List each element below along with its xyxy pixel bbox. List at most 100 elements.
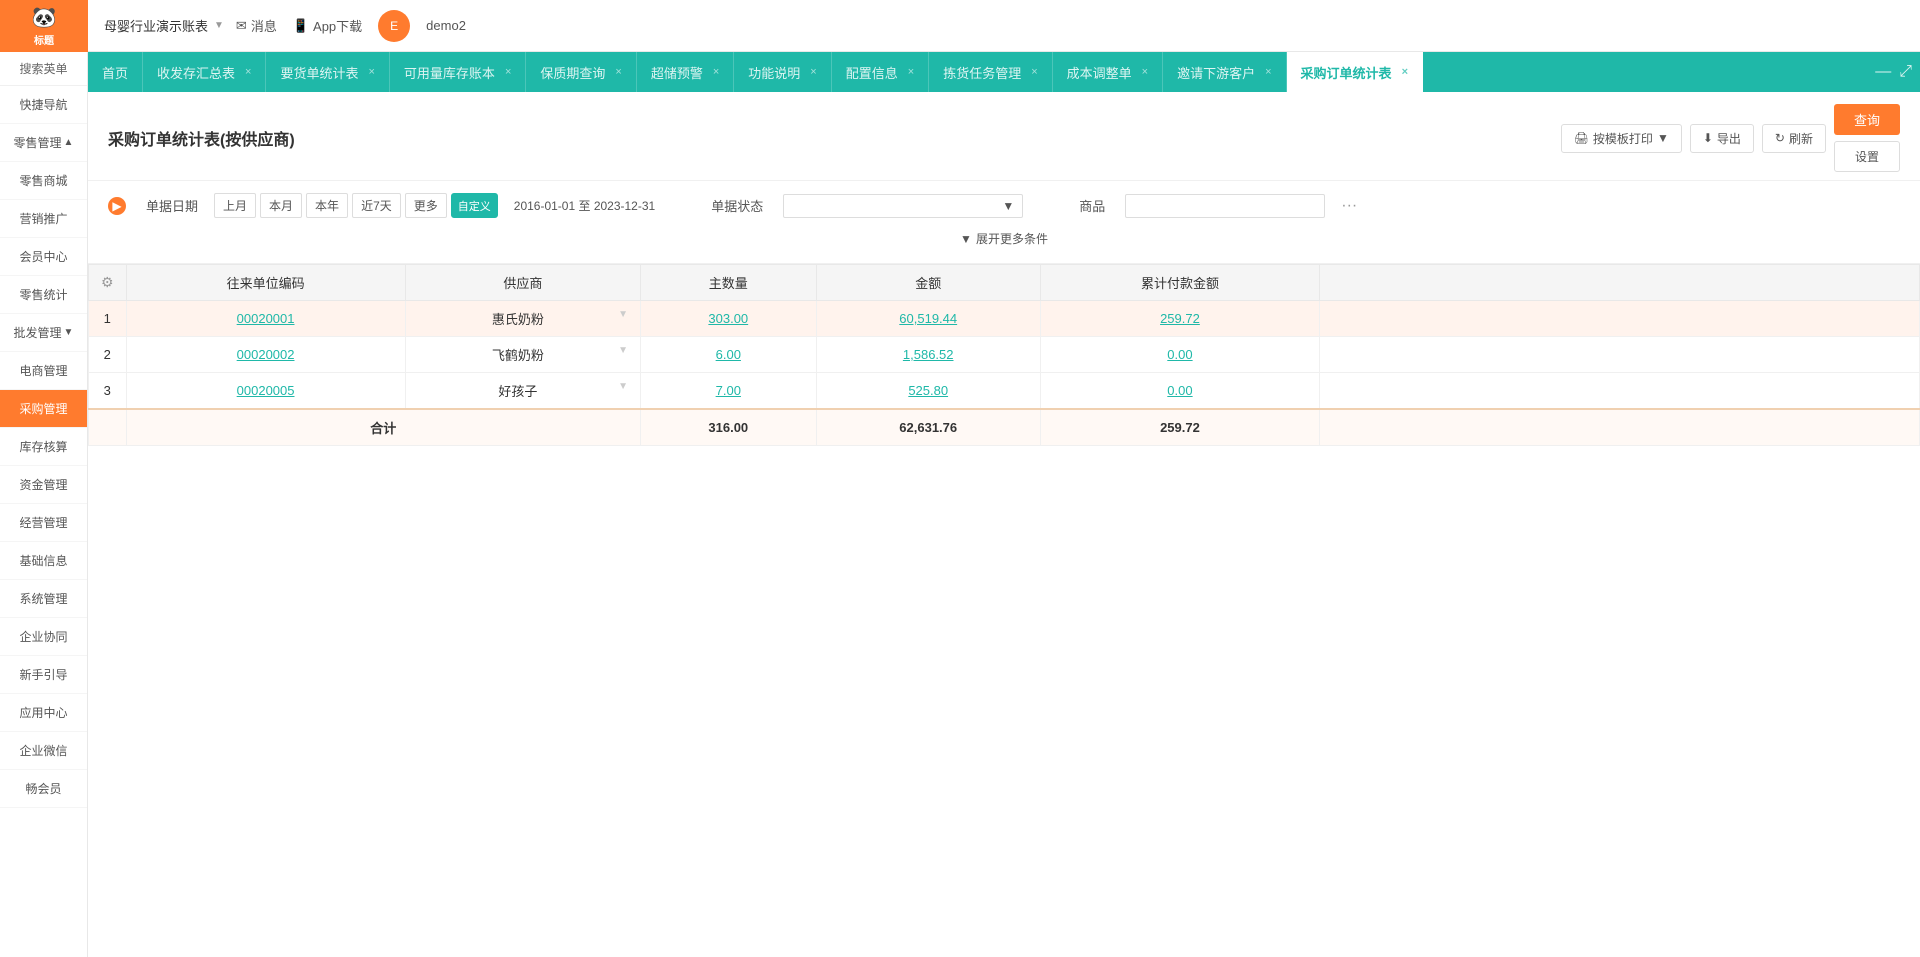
tab-label: 要货单统计表: [280, 63, 358, 82]
row-supplier-cell: 飞鹤奶粉 ▼: [405, 337, 640, 373]
tab-cost-adjust[interactable]: 成本调整单 ×: [1053, 52, 1163, 92]
tab-order-stats[interactable]: 要货单统计表 ×: [266, 52, 389, 92]
tab-purchase-order-stats[interactable]: 采购订单统计表 ×: [1287, 52, 1423, 92]
settings-icon[interactable]: ⚙: [101, 274, 114, 290]
user-initials: E: [390, 19, 398, 33]
sidebar-item-enterprise-collab[interactable]: 企业协同: [0, 618, 87, 656]
message-button[interactable]: ✉ 消息: [236, 16, 277, 35]
sidebar-item-label: 会员中心: [19, 250, 67, 264]
tab-available-stock[interactable]: 可用量库存账本 ×: [390, 52, 526, 92]
tab-close-icon[interactable]: ×: [505, 66, 511, 78]
filter-toggle-arrow[interactable]: ▶: [108, 197, 126, 215]
tab-close-icon[interactable]: ×: [1142, 66, 1148, 78]
sidebar-item-retail-stats[interactable]: 零售统计: [0, 276, 87, 314]
tab-close-icon[interactable]: ×: [1402, 66, 1408, 78]
tab-pick-task-mgmt[interactable]: 拣货任务管理 ×: [929, 52, 1052, 92]
main-content: 母婴行业演示账表 ▼ ✉ 消息 📱 App下载 E demo2 首页 收发存汇总…: [88, 0, 1920, 957]
app-download-button[interactable]: 📱 App下载: [293, 16, 362, 35]
settings-col-header[interactable]: ⚙: [89, 265, 127, 301]
sidebar-item-app-center[interactable]: 应用中心: [0, 694, 87, 732]
sidebar-item-label: 营销推广: [19, 212, 67, 226]
tab-close-icon[interactable]: ×: [368, 66, 374, 78]
sidebar-item-retail-shop[interactable]: 零售商城: [0, 162, 87, 200]
tab-minimize-button[interactable]: —: [1875, 63, 1891, 81]
sidebar-item-enterprise-wechat[interactable]: 企业微信: [0, 732, 87, 770]
sidebar-item-label: 企业微信: [19, 744, 67, 758]
sidebar-item-marketing[interactable]: 营销推广: [0, 200, 87, 238]
goods-input[interactable]: [1125, 194, 1325, 218]
tab-label: 成本调整单: [1067, 63, 1132, 82]
last-month-button[interactable]: 上月: [214, 193, 256, 218]
status-select[interactable]: ▼: [783, 194, 1023, 218]
tab-expiry-query[interactable]: 保质期查询 ×: [526, 52, 636, 92]
sidebar-item-search[interactable]: 搜索英单: [0, 52, 87, 86]
footer-amount: 62,631.76: [816, 409, 1040, 446]
page-container: 采购订单统计表(按供应商) 🖨 按模板打印 ▼ ⬇ 导出 ↻ 刷新 查询: [88, 92, 1920, 957]
sidebar-item-ecommerce-mgmt[interactable]: 电商管理: [0, 352, 87, 390]
sidebar-item-basic-info[interactable]: 基础信息: [0, 542, 87, 580]
filter-row-1: ▶ 单据日期 上月 本月 本年 近7天 更多 自定义 2016-01-01 至 …: [108, 193, 1900, 218]
topbar-actions: ✉ 消息 📱 App下载 E demo2: [236, 10, 466, 42]
tab-function-desc[interactable]: 功能说明 ×: [734, 52, 831, 92]
setting-button[interactable]: 设置: [1834, 141, 1900, 172]
filter-area: ▶ 单据日期 上月 本月 本年 近7天 更多 自定义 2016-01-01 至 …: [88, 181, 1920, 264]
tab-close-icon[interactable]: ×: [1031, 66, 1037, 78]
more-fields-icon[interactable]: ···: [1341, 197, 1357, 215]
footer-label: 合计: [370, 421, 396, 436]
sidebar-item-system-mgmt[interactable]: 系统管理: [0, 580, 87, 618]
refresh-button[interactable]: ↻ 刷新: [1762, 124, 1826, 153]
tab-close-icon[interactable]: ×: [908, 66, 914, 78]
row-paid-cell: 0.00: [1040, 373, 1319, 410]
this-year-button[interactable]: 本年: [306, 193, 348, 218]
page-header: 采购订单统计表(按供应商) 🖨 按模板打印 ▼ ⬇ 导出 ↻ 刷新 查询: [88, 92, 1920, 181]
expand-supplier-icon[interactable]: ▼: [618, 309, 628, 320]
7days-button[interactable]: 近7天: [352, 193, 401, 218]
table-row: 2 00020002 飞鹤奶粉 ▼ 6.00 1,586.52 0.00: [89, 337, 1920, 373]
tab-maximize-button[interactable]: ⤢: [1899, 63, 1912, 81]
expand-filter-button[interactable]: ▼ 展开更多条件: [952, 226, 1056, 251]
sidebar-item-wholesale-mgmt[interactable]: 批发管理 ▼: [0, 314, 87, 352]
tab-close-icon[interactable]: ×: [615, 66, 621, 78]
this-month-button[interactable]: 本月: [260, 193, 302, 218]
more-date-button[interactable]: 更多: [405, 193, 447, 218]
message-label: 消息: [251, 16, 277, 35]
workspace-dropdown[interactable]: 母婴行业演示账表 ▼: [104, 16, 224, 35]
sidebar-item-inventory-check[interactable]: 库存核算: [0, 428, 87, 466]
tab-right-actions: — ⤢: [1867, 63, 1920, 81]
tab-config-info[interactable]: 配置信息 ×: [832, 52, 929, 92]
custom-date-button[interactable]: 自定义: [451, 193, 498, 218]
expand-supplier-icon[interactable]: ▼: [618, 345, 628, 356]
export-button[interactable]: ⬇ 导出: [1690, 124, 1754, 153]
tab-home[interactable]: 首页: [88, 52, 143, 92]
export-label: 导出: [1717, 130, 1741, 147]
sidebar-item-finance-mgmt[interactable]: 资金管理: [0, 466, 87, 504]
tab-receive-summary[interactable]: 收发存汇总表 ×: [143, 52, 266, 92]
data-table-container: ⚙ 往来单位编码 供应商 主数量 金额: [88, 264, 1920, 957]
tab-invite-customer[interactable]: 邀请下游客户 ×: [1163, 52, 1286, 92]
expand-supplier-icon[interactable]: ▼: [618, 381, 628, 392]
tab-label: 采购订单统计表: [1301, 63, 1392, 82]
table-row: 1 00020001 惠氏奶粉 ▼ 303.00 60,519.44 259.7…: [89, 301, 1920, 337]
sidebar-item-vip-member[interactable]: 畅会员: [0, 770, 87, 808]
col-header-code: 往来单位编码: [126, 265, 405, 301]
tab-overstock-warning[interactable]: 超储预警 ×: [637, 52, 734, 92]
sidebar-item-new-guide[interactable]: 新手引导: [0, 656, 87, 694]
table-footer-row: 合计 316.00 62,631.76 259.72: [89, 409, 1920, 446]
tab-close-icon[interactable]: ×: [810, 66, 816, 78]
logo-text: 标题: [34, 32, 54, 47]
refresh-label: 刷新: [1789, 130, 1813, 147]
sidebar-item-retail-mgmt[interactable]: 零售管理 ▲: [0, 124, 87, 162]
sidebar-item-purchase-mgmt[interactable]: 采购管理: [0, 390, 87, 428]
expand-label: 展开更多条件: [976, 230, 1048, 247]
row-index-cell: 1: [89, 301, 127, 337]
query-button[interactable]: 查询: [1834, 104, 1900, 135]
print-button[interactable]: 🖨 按模板打印 ▼: [1561, 124, 1682, 153]
sidebar-item-label: 零售商城: [19, 174, 67, 188]
tab-close-icon[interactable]: ×: [1265, 66, 1271, 78]
tab-close-icon[interactable]: ×: [245, 66, 251, 78]
sidebar-item-member-center[interactable]: 会员中心: [0, 238, 87, 276]
sidebar-item-quick-nav[interactable]: 快捷导航: [0, 86, 87, 124]
user-avatar[interactable]: E: [378, 10, 410, 42]
tab-close-icon[interactable]: ×: [713, 66, 719, 78]
sidebar-item-ops-mgmt[interactable]: 经营管理: [0, 504, 87, 542]
